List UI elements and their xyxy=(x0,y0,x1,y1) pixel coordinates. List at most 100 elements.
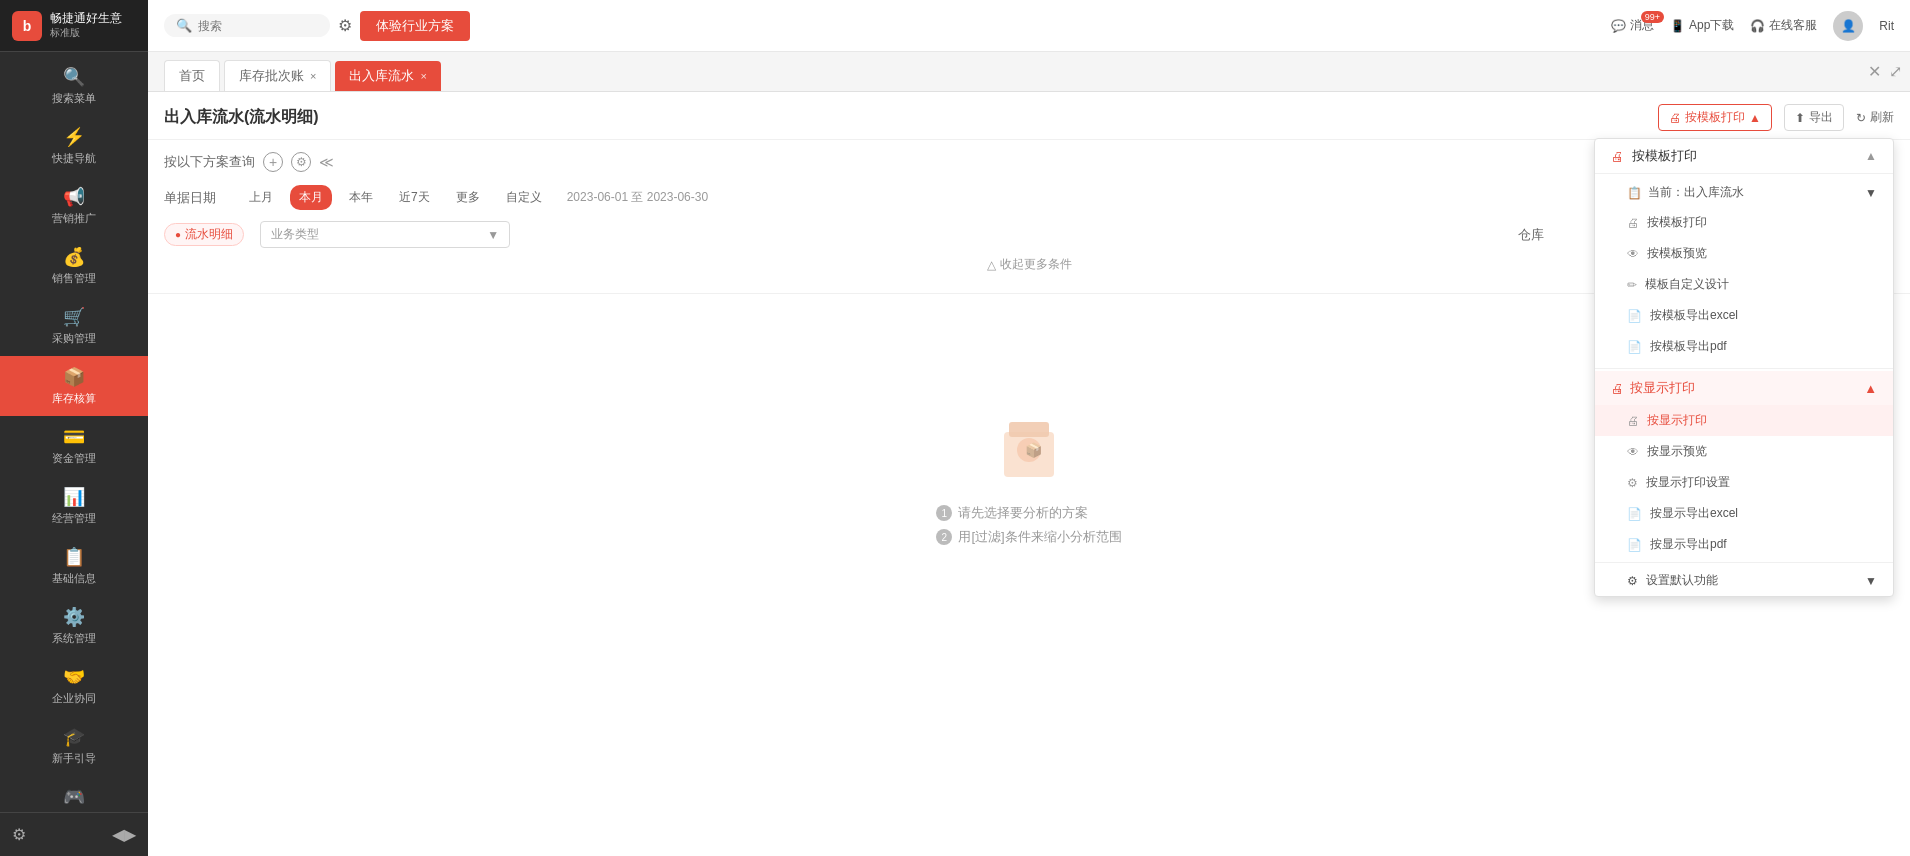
display-section-icon: 🖨 xyxy=(1611,381,1624,396)
set-default-icon: ⚙ xyxy=(1627,574,1638,588)
sidebar-item-corp[interactable]: 🤝 企业协同 xyxy=(0,656,148,716)
sidebar-item-operations[interactable]: 📊 经营管理 xyxy=(0,476,148,536)
dropdown-item-display-pdf[interactable]: 📄 按显示导出pdf xyxy=(1595,529,1893,560)
dropdown-item-display-preview[interactable]: 👁 按显示预览 xyxy=(1595,436,1893,467)
sidebar-item-search[interactable]: 🔍 搜索菜单 xyxy=(0,56,148,116)
dropdown-item-template-preview[interactable]: 👁 按模板预览 xyxy=(1595,238,1893,269)
gear-icon[interactable]: ⚙ xyxy=(338,16,352,35)
headset-icon: 🎧 xyxy=(1750,19,1765,33)
sidebar-label-basic: 基础信息 xyxy=(52,571,96,586)
dropdown-item-display-settings[interactable]: ⚙ 按显示打印设置 xyxy=(1595,467,1893,498)
sidebar-item-apps[interactable]: 🎮 应用中心 xyxy=(0,776,148,812)
empty-state: 📦 1 请先选择要分析的方案 2 用[过滤]条件来缩小分析范围 xyxy=(936,412,1121,552)
sidebar-label-shortcut: 快捷导航 xyxy=(52,151,96,166)
dropdown-template-section: 📋 当前：出入库流水 ▼ 🖨 按模板打印 👁 按模板预览 ✏ 模板自定义设计 📄… xyxy=(1595,174,1893,366)
template-items-container: 🖨 按模板打印 👁 按模板预览 ✏ 模板自定义设计 📄 按模板导出excel 📄… xyxy=(1595,207,1893,362)
topbar-right: 💬 消息 99+ 📱 App下载 🎧 在线客服 👤 Rit xyxy=(1611,11,1894,41)
sidebar-icon-marketing: 📢 xyxy=(63,186,85,208)
sidebar-item-purchase[interactable]: 🛒 采购管理 xyxy=(0,296,148,356)
sidebar-label-operations: 经营管理 xyxy=(52,511,96,526)
sidebar-icon-shortcut: ⚡ xyxy=(63,126,85,148)
trial-button[interactable]: 体验行业方案 xyxy=(360,11,470,41)
collapse-sidebar-icon[interactable]: ◀▶ xyxy=(112,825,136,844)
step-2-text: 用[过滤]条件来缩小分析范围 xyxy=(958,528,1121,546)
display-section-arrow: ▲ xyxy=(1864,381,1877,396)
print-button[interactable]: 🖨 按模板打印 ▲ xyxy=(1658,104,1772,131)
sidebar-item-basic[interactable]: 📋 基础信息 xyxy=(0,536,148,596)
filter-collapse-button[interactable]: ≪ xyxy=(319,154,334,170)
sidebar-icon-basic: 📋 xyxy=(63,546,85,568)
search-icon: 🔍 xyxy=(176,18,192,33)
label-template-pdf: 按模板导出pdf xyxy=(1650,338,1727,355)
icon-template-excel: 📄 xyxy=(1627,309,1642,323)
settings-icon[interactable]: ⚙ xyxy=(12,825,26,844)
tab-flow[interactable]: 出入库流水× xyxy=(335,61,440,91)
dropdown-item-template-print[interactable]: 🖨 按模板打印 xyxy=(1595,207,1893,238)
date-btn-last_7[interactable]: 近7天 xyxy=(390,185,439,210)
sidebar-label-inventory: 库存核算 xyxy=(52,391,96,406)
set-default-item[interactable]: ⚙ 设置默认功能 ▼ xyxy=(1595,565,1893,596)
sidebar-item-shortcut[interactable]: ⚡ 快捷导航 xyxy=(0,116,148,176)
sidebar-label-corp: 企业协同 xyxy=(52,691,96,706)
sidebar-item-sales[interactable]: 💰 销售管理 xyxy=(0,236,148,296)
message-button[interactable]: 💬 消息 99+ xyxy=(1611,17,1654,34)
avatar[interactable]: 👤 xyxy=(1833,11,1863,41)
sidebar-icon-apps: 🎮 xyxy=(63,786,85,808)
sidebar-footer: ⚙ ◀▶ xyxy=(0,812,148,856)
date-btn-current_month[interactable]: 本月 xyxy=(290,185,332,210)
filter-settings-button[interactable]: ⚙ xyxy=(291,152,311,172)
step-1-num: 1 xyxy=(936,505,952,521)
dropdown-item-template-excel[interactable]: 📄 按模板导出excel xyxy=(1595,300,1893,331)
date-btn-last_month[interactable]: 上月 xyxy=(240,185,282,210)
search-input[interactable] xyxy=(198,19,318,33)
topbar: 🔍 ⚙ 体验行业方案 💬 消息 99+ 📱 App下载 🎧 在 xyxy=(148,0,1910,52)
label-template-customize: 模板自定义设计 xyxy=(1645,276,1729,293)
sidebar-item-guide[interactable]: 🎓 新手引导 xyxy=(0,716,148,776)
svg-rect-1 xyxy=(1009,422,1049,437)
biz-type-select[interactable]: 业务类型 ▼ xyxy=(260,221,510,248)
dropdown-print-icon: 🖨 xyxy=(1611,149,1624,164)
close-window-button[interactable]: ✕ xyxy=(1868,62,1881,81)
username-label[interactable]: Rit xyxy=(1879,19,1894,33)
tab-home[interactable]: 首页 xyxy=(164,60,220,91)
filter-add-button[interactable]: + xyxy=(263,152,283,172)
page-content: 出入库流水(流水明细) 🖨 按模板打印 ▲ ⬆ 导出 ↻ 刷新 xyxy=(148,92,1910,856)
refresh-button[interactable]: ↻ 刷新 xyxy=(1856,109,1894,126)
dropdown-item-template-pdf[interactable]: 📄 按模板导出pdf xyxy=(1595,331,1893,362)
tab-label-home: 首页 xyxy=(179,67,205,85)
display-section-header[interactable]: 🖨 按显示打印 ▲ xyxy=(1595,371,1893,405)
date-btn-this_year[interactable]: 本年 xyxy=(340,185,382,210)
dropdown-current-item[interactable]: 📋 当前：出入库流水 ▼ xyxy=(1595,178,1893,207)
expand-window-button[interactable]: ⤢ xyxy=(1889,62,1902,81)
sidebar-icon-finance: 💳 xyxy=(63,426,85,448)
empty-step-2: 2 用[过滤]条件来缩小分析范围 xyxy=(936,528,1121,546)
print-label: 按模板打印 xyxy=(1685,109,1745,126)
dropdown-item-template-customize[interactable]: ✏ 模板自定义设计 xyxy=(1595,269,1893,300)
filter-tag[interactable]: ● 流水明细 xyxy=(164,223,244,246)
app-download-button[interactable]: 📱 App下载 xyxy=(1670,17,1734,34)
sidebar-item-system[interactable]: ⚙️ 系统管理 xyxy=(0,596,148,656)
dropdown-item-display-print[interactable]: 🖨 按显示打印 xyxy=(1595,405,1893,436)
label-template-preview: 按模板预览 xyxy=(1647,245,1707,262)
dropdown-header[interactable]: 🖨 按模板打印 ▲ xyxy=(1595,139,1893,174)
sidebar-nav: 🔍 搜索菜单 ⚡ 快捷导航 📢 营销推广 💰 销售管理 🛒 采购管理 📦 库存核… xyxy=(0,52,148,812)
tab-batch[interactable]: 库存批次账× xyxy=(224,60,331,91)
sidebar-item-marketing[interactable]: 📢 营销推广 xyxy=(0,176,148,236)
sidebar-item-inventory[interactable]: 📦 库存核算 xyxy=(0,356,148,416)
tab-close-flow[interactable]: × xyxy=(420,70,426,82)
dropdown-item-display-excel[interactable]: 📄 按显示导出excel xyxy=(1595,498,1893,529)
date-btn-custom[interactable]: 自定义 xyxy=(497,185,551,210)
current-template-icon: 📋 xyxy=(1627,186,1642,200)
phone-icon: 📱 xyxy=(1670,19,1685,33)
online-service-button[interactable]: 🎧 在线客服 xyxy=(1750,17,1817,34)
sidebar-item-finance[interactable]: 💳 资金管理 xyxy=(0,416,148,476)
collapse-up-icon: △ xyxy=(987,258,996,272)
step-1-text: 请先选择要分析的方案 xyxy=(958,504,1088,522)
svg-text:📦: 📦 xyxy=(1025,442,1043,459)
dropdown-divider-1 xyxy=(1595,368,1893,369)
date-btn-more[interactable]: 更多 xyxy=(447,185,489,210)
search-box[interactable]: 🔍 xyxy=(164,14,330,37)
export-button[interactable]: ⬆ 导出 xyxy=(1784,104,1844,131)
set-default-arrow: ▼ xyxy=(1865,574,1877,588)
tab-close-batch[interactable]: × xyxy=(310,70,316,82)
